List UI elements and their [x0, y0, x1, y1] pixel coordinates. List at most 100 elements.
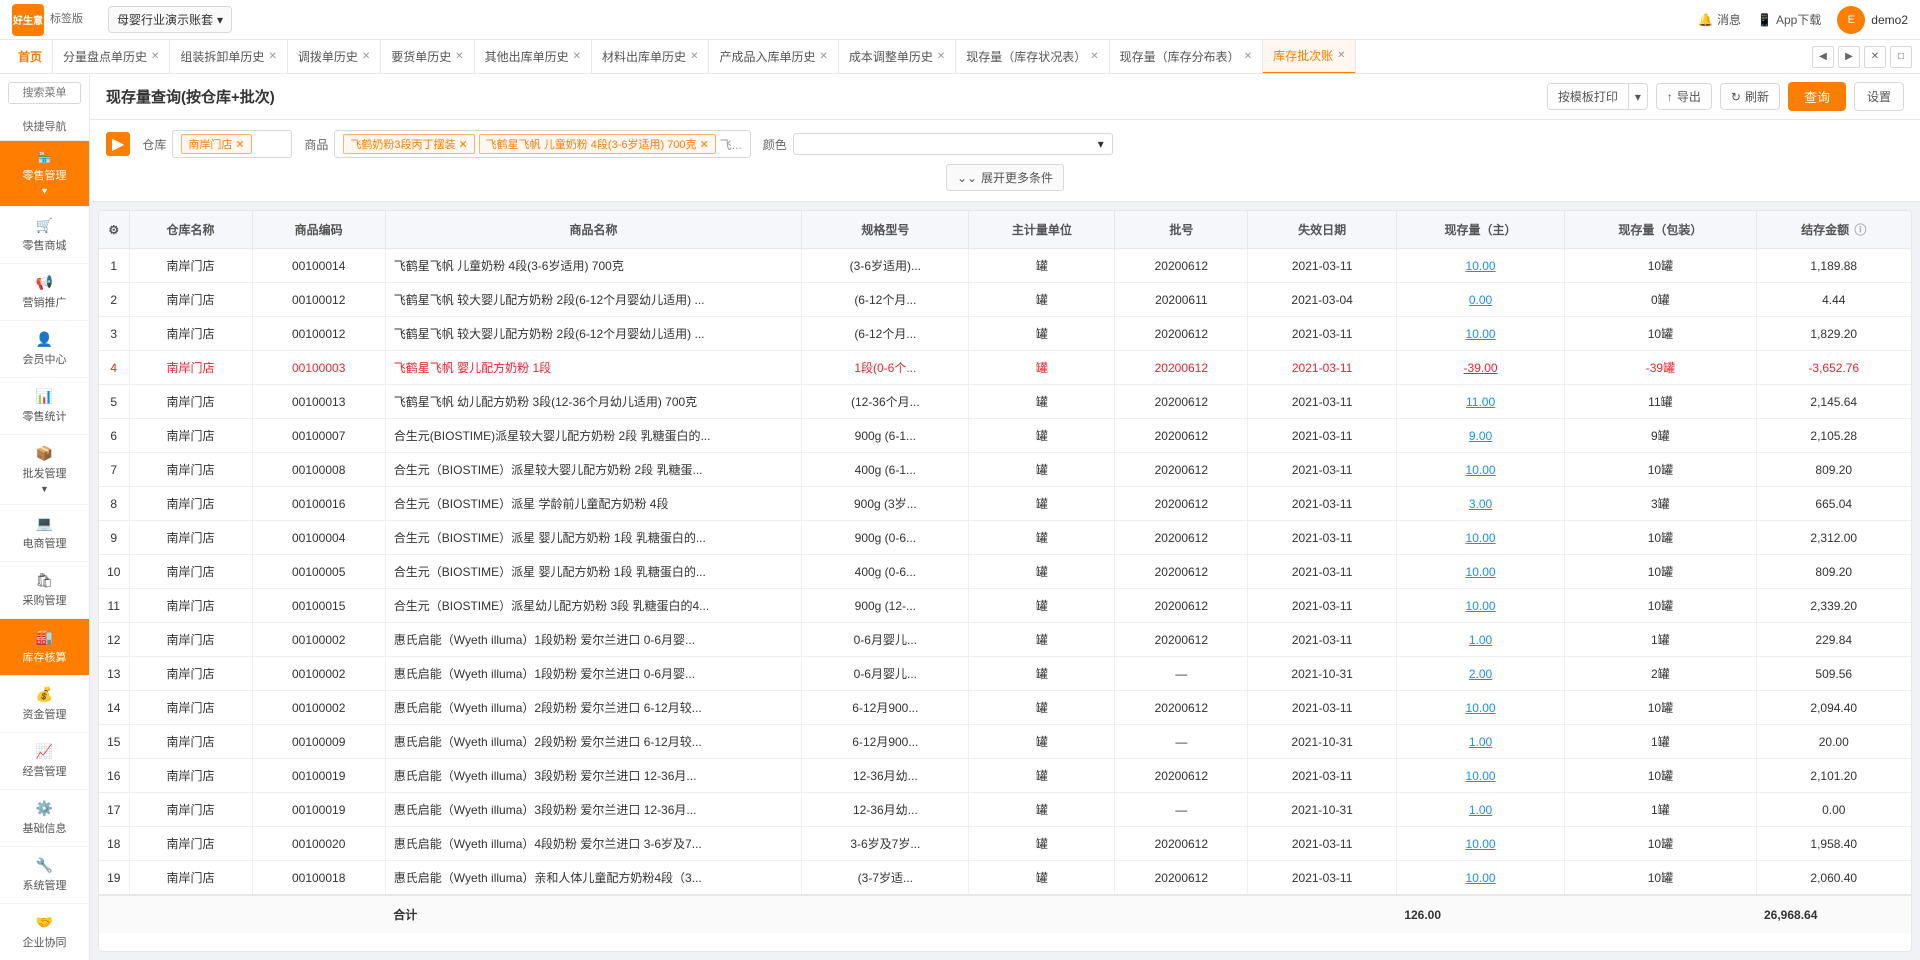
table-row: 10 南岸门店 00100005 合生元（BIOSTIME）派星 婴儿配方奶粉 …: [99, 555, 1911, 589]
tab-close-icon[interactable]: ✕: [819, 51, 827, 62]
sidebar-item-qiyexietong[interactable]: 🤝 企业协同: [0, 904, 89, 960]
expand-more-btn[interactable]: ⌄⌄ 展开更多条件: [946, 164, 1064, 191]
layout: 快捷导航 🏪 零售管理 ▼ 🛒 零售商城 📢 营销推广 👤 会员中心 📊 零售统…: [0, 74, 1920, 960]
table-row: 8 南岸门店 00100016 合生元（BIOSTIME）派星 学龄前儿童配方奶…: [99, 487, 1911, 521]
tab-close-icon[interactable]: ✕: [937, 51, 945, 62]
app-download-btn[interactable]: 📱 App下载: [1757, 11, 1821, 28]
tab-chengbentiaozhen[interactable]: 成本调整单历史 ✕: [839, 40, 956, 74]
sidebar-item-lingshous[interactable]: 🏪 零售管理 ▼: [0, 141, 89, 207]
print-btn[interactable]: 按模板打印: [1548, 84, 1629, 109]
warehouse-tag-group[interactable]: 南岸门店 ✕: [172, 130, 292, 158]
qty-main-link[interactable]: 0.00: [1469, 293, 1492, 307]
qty-main-link[interactable]: 10.00: [1466, 871, 1496, 885]
qty-main-link[interactable]: 10.00: [1466, 327, 1496, 341]
tab-home-label: 首页: [18, 48, 42, 65]
username: demo2: [1871, 13, 1908, 27]
print-dropdown-btn[interactable]: ▾: [1629, 86, 1647, 108]
expand-down-icon: ⌄⌄: [957, 171, 977, 185]
tab-home[interactable]: 首页: [8, 40, 53, 74]
search-input[interactable]: [8, 82, 81, 104]
tab-yaohuo[interactable]: 要货单历史 ✕: [381, 40, 474, 74]
tab-diaoboddan[interactable]: 调拨单历史 ✕: [288, 40, 381, 74]
product-tag-1-close-icon[interactable]: ✕: [458, 138, 467, 151]
sidebar-shortcut[interactable]: 快捷导航: [0, 112, 89, 141]
tab-close-icon[interactable]: ✕: [1090, 51, 1098, 62]
tab-close-icon[interactable]: ✕: [1337, 50, 1345, 61]
sidebar-item-dianshang[interactable]: 💻 电商管理: [0, 505, 89, 562]
col-amount: 结存金额 ⓘ: [1756, 211, 1911, 249]
qty-main-link[interactable]: 10.00: [1466, 531, 1496, 545]
user-area[interactable]: E demo2: [1837, 6, 1908, 34]
tab-fenliangpandian[interactable]: 分量盘点单历史 ✕: [53, 40, 170, 74]
filter-product: 商品 飞鹤奶粉3段丙丁摆装 ✕ 飞鹤星飞帆 儿童奶粉 4段(3-6岁适用) 70…: [304, 130, 750, 158]
tab-picicang[interactable]: 库存批次账 ✕: [1263, 40, 1356, 74]
query-btn[interactable]: 查询: [1788, 82, 1846, 111]
amount-info-icon[interactable]: ⓘ: [1854, 223, 1866, 237]
tab-close-icon[interactable]: ✕: [690, 51, 698, 62]
sidebar-item-yingxiao[interactable]: 📢 营销推广: [0, 264, 89, 321]
page-title: 现存量查询(按仓库+批次): [106, 86, 275, 107]
qty-main-link[interactable]: 2.00: [1469, 667, 1492, 681]
table-row: 13 南岸门店 00100002 惠氏启能（Wyeth illuma）1段奶粉 …: [99, 657, 1911, 691]
tabs-prev-btn[interactable]: ◀: [1812, 46, 1834, 68]
tab-close-icon[interactable]: ✕: [151, 51, 159, 62]
sidebar-item-caigou[interactable]: 🛍 采购管理: [0, 562, 89, 619]
tabs-expand-btn[interactable]: □: [1890, 46, 1912, 68]
qty-main-link[interactable]: 10.00: [1466, 463, 1496, 477]
qty-main-link[interactable]: 1.00: [1469, 803, 1492, 817]
sidebar-item-kucun[interactable]: 🏭 库存核算: [0, 619, 89, 676]
qty-main-link[interactable]: 10.00: [1466, 599, 1496, 613]
tabs-next-btn[interactable]: ▶: [1838, 46, 1860, 68]
warehouse-tag-close-icon[interactable]: ✕: [235, 138, 244, 151]
tab-close-icon[interactable]: ✕: [573, 51, 581, 62]
product-label: 商品: [304, 136, 328, 153]
tab-close-icon[interactable]: ✕: [362, 51, 370, 62]
tab-qitachuku[interactable]: 其他出库单历史 ✕: [475, 40, 592, 74]
tab-xiancunfenbu[interactable]: 现存量（库存分布表） ✕: [1110, 40, 1263, 74]
qty-main-link[interactable]: 10.00: [1466, 769, 1496, 783]
sidebar-item-jingying[interactable]: 📈 经营管理: [0, 733, 89, 790]
sidebar-item-xitong[interactable]: 🔧 系统管理: [0, 847, 89, 904]
qty-main-link[interactable]: 10.00: [1466, 837, 1496, 851]
tab-cailiaochu[interactable]: 材料出库单历史 ✕: [592, 40, 709, 74]
page-actions: 按模板打印 ▾ ↑ 导出 ↻ 刷新 查询 设置: [1547, 82, 1904, 111]
product-tag-2-close-icon[interactable]: ✕: [700, 138, 709, 151]
chevron-down-small-icon: ▼: [40, 484, 49, 494]
sidebar-item-huiyuan[interactable]: 👤 会员中心: [0, 321, 89, 378]
qty-main-link[interactable]: 10.00: [1466, 565, 1496, 579]
tab-chanpinruku[interactable]: 产成品入库单历史 ✕: [709, 40, 838, 74]
finance-icon: 💰: [36, 686, 53, 703]
product-more-dots[interactable]: 飞...: [720, 136, 742, 153]
color-select[interactable]: ▾: [793, 133, 1113, 155]
tabs-close-btn[interactable]: ✕: [1864, 46, 1886, 68]
qty-main-link[interactable]: -39.00: [1464, 361, 1498, 375]
tab-close-icon[interactable]: ✕: [455, 51, 463, 62]
qty-main-link[interactable]: 1.00: [1469, 633, 1492, 647]
tab-zuzhuangchaijian[interactable]: 组装拆卸单历史 ✕: [170, 40, 287, 74]
setting-btn[interactable]: 设置: [1854, 82, 1904, 111]
sidebar-item-pifa[interactable]: 📦 批发管理 ▼: [0, 435, 89, 505]
qty-main-link[interactable]: 9.00: [1469, 429, 1492, 443]
footer-label: 合计: [385, 895, 801, 933]
sidebar-item-lingshoux[interactable]: 🛒 零售商城: [0, 207, 89, 264]
sidebar-item-jichu[interactable]: ⚙️ 基础信息: [0, 790, 89, 847]
company-select[interactable]: 母婴行业演示账套 ▾: [108, 6, 232, 33]
messages-btn[interactable]: 🔔 消息: [1698, 11, 1741, 28]
sidebar-item-lingshoutj[interactable]: 📊 零售统计: [0, 378, 89, 435]
product-tag-group[interactable]: 飞鹤奶粉3段丙丁摆装 ✕ 飞鹤星飞帆 儿童奶粉 4段(3-6岁适用) 700克 …: [334, 130, 750, 158]
refresh-btn[interactable]: ↻ 刷新: [1720, 83, 1780, 110]
qty-main-link[interactable]: 10.00: [1466, 701, 1496, 715]
sidebar-item-zijin[interactable]: 💰 资金管理: [0, 676, 89, 733]
tab-close-icon[interactable]: ✕: [1244, 51, 1252, 62]
export-btn[interactable]: ↑ 导出: [1656, 83, 1712, 110]
table-row: 6 南岸门店 00100007 合生元(BIOSTIME)派星较大婴儿配方奶粉 …: [99, 419, 1911, 453]
tab-close-icon[interactable]: ✕: [268, 51, 276, 62]
filter-expand-icon[interactable]: ▶: [106, 132, 130, 156]
tab-xiancunzhuang[interactable]: 现存量（库存状况表） ✕: [956, 40, 1109, 74]
qty-main-link[interactable]: 1.00: [1469, 735, 1492, 749]
qty-main-link[interactable]: 11.00: [1466, 395, 1495, 409]
qty-main-link[interactable]: 10.00: [1466, 259, 1496, 273]
qty-main-link[interactable]: 3.00: [1469, 497, 1492, 511]
company-name: 母婴行业演示账套: [117, 11, 213, 28]
col-settings[interactable]: ⚙: [99, 211, 129, 249]
